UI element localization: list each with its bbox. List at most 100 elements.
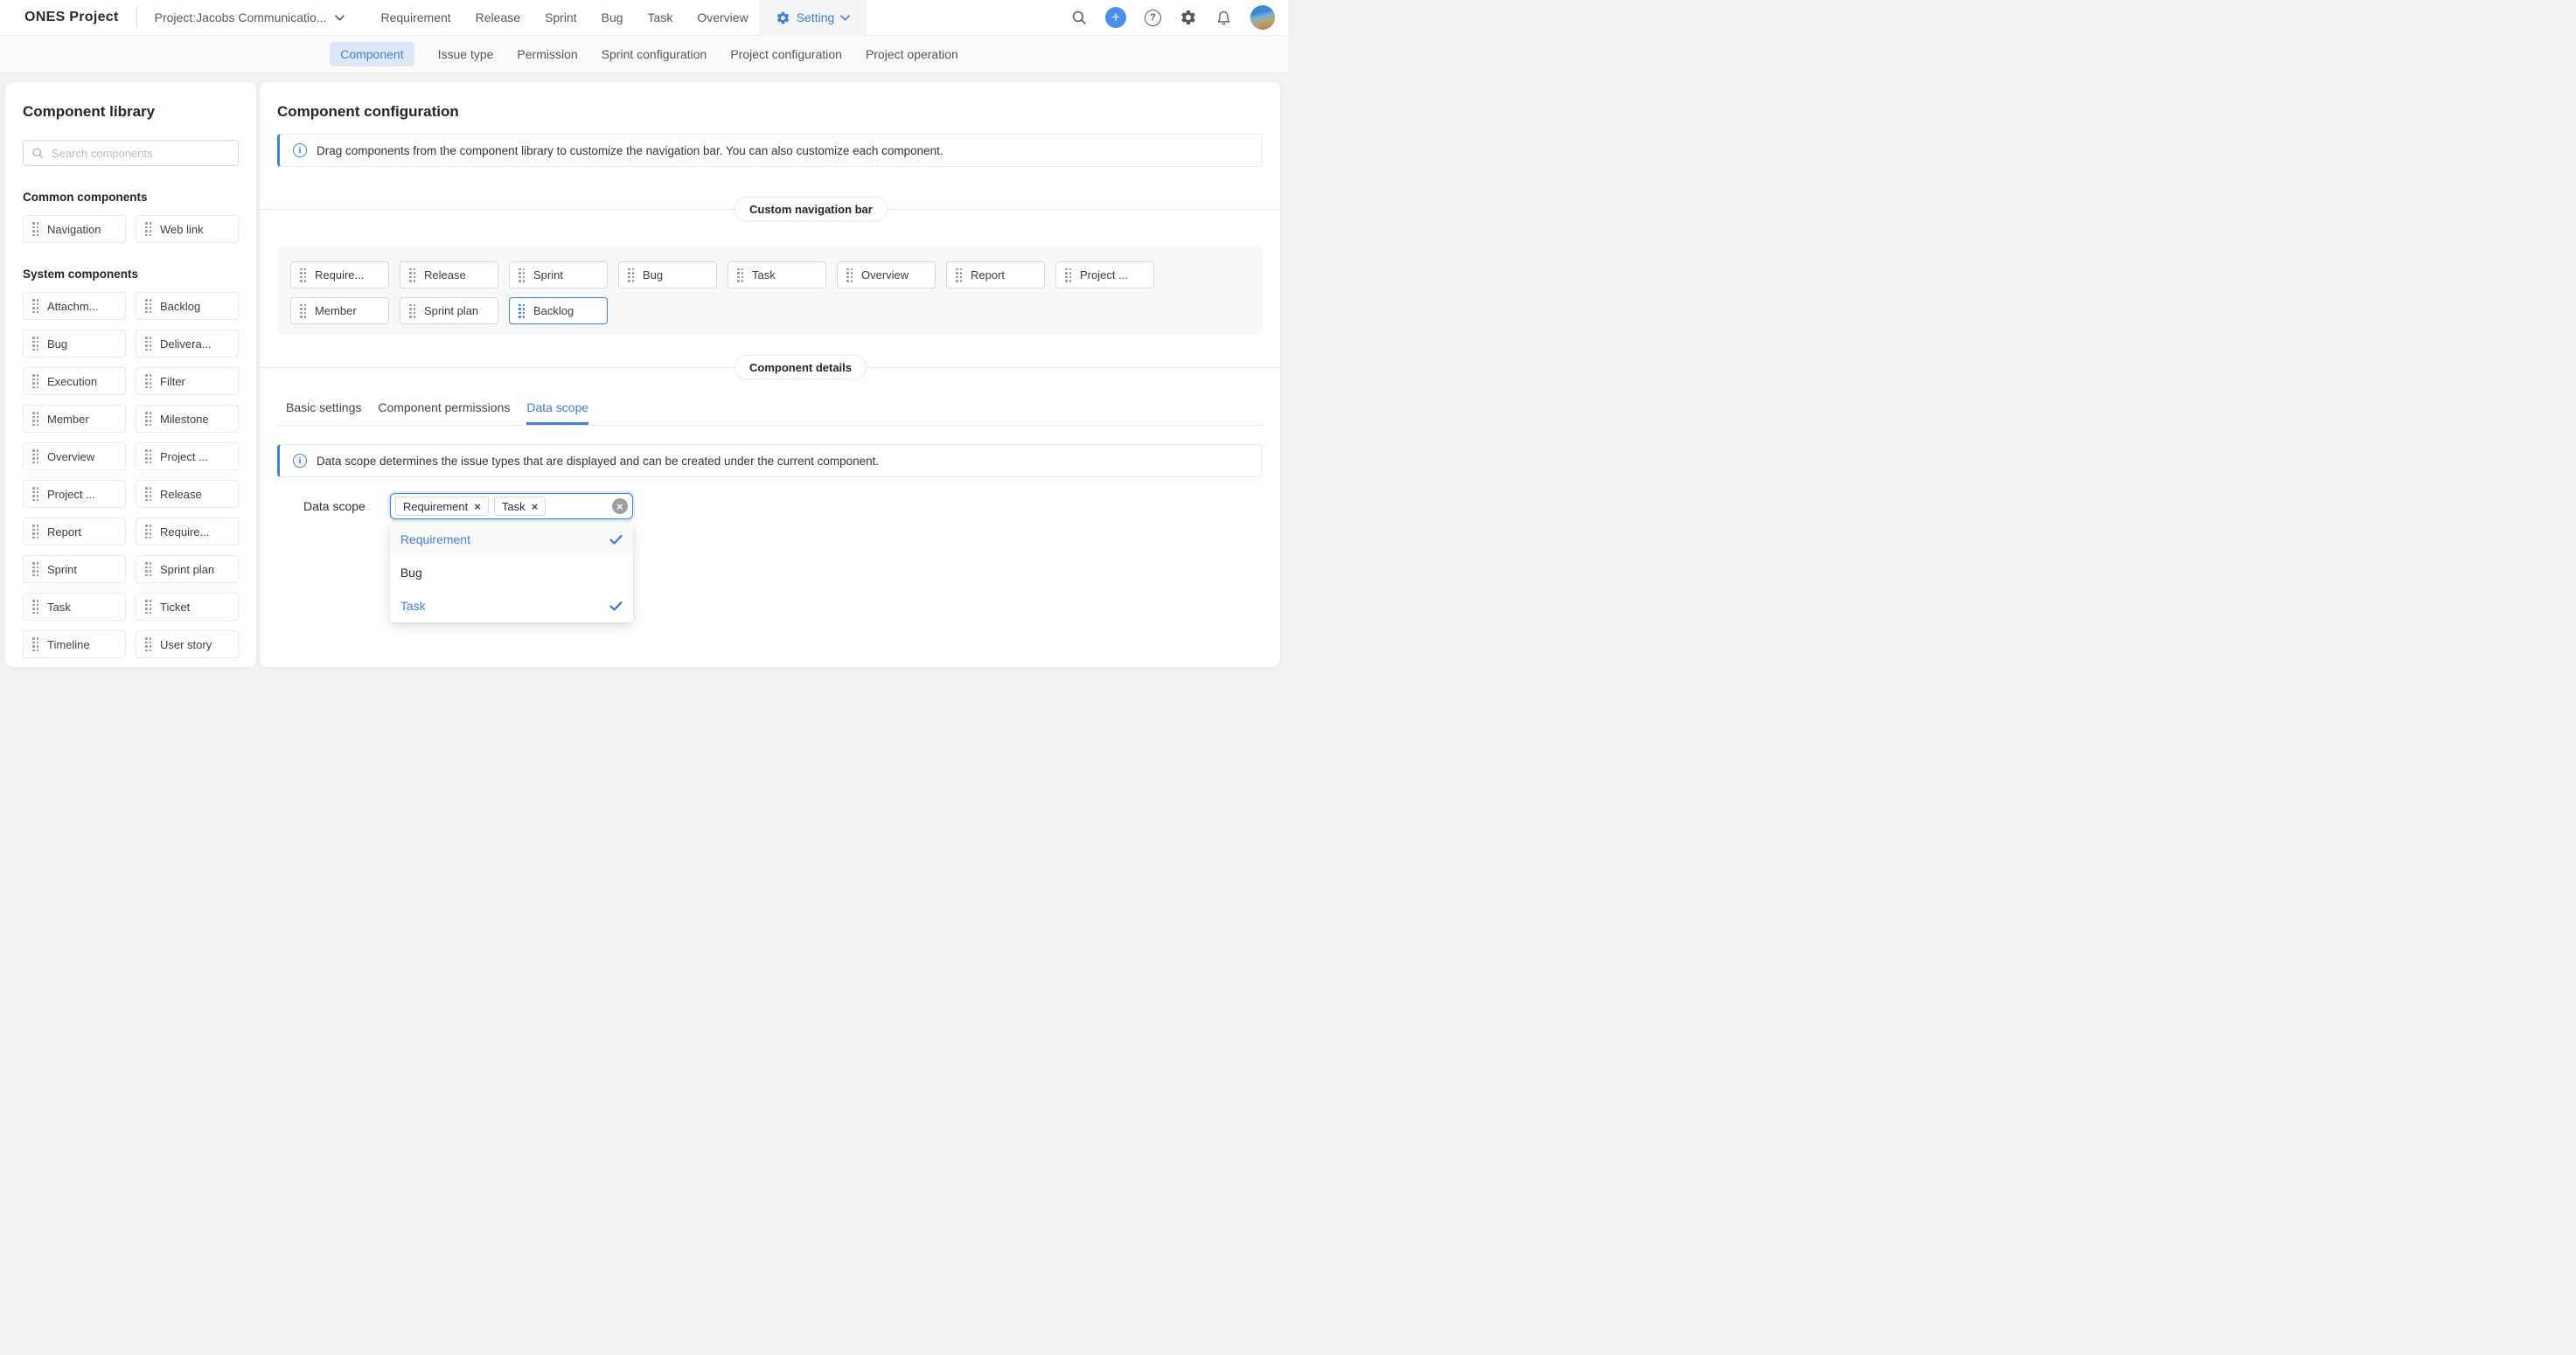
library-component-ticket[interactable]: Ticket: [136, 593, 239, 621]
topbar-nav-overview[interactable]: Overview: [697, 10, 748, 24]
library-component-delivera[interactable]: Delivera...: [136, 330, 239, 358]
nav-chip-project[interactable]: Project ...: [1055, 261, 1154, 288]
library-component-timeline[interactable]: Timeline: [23, 630, 126, 658]
drag-handle-icon[interactable]: [32, 222, 38, 236]
subnav-tab-issue-type[interactable]: Issue type: [438, 47, 494, 61]
drag-handle-icon[interactable]: [145, 299, 151, 313]
nav-chip-report[interactable]: Report: [946, 261, 1045, 288]
topbar-nav-release[interactable]: Release: [476, 10, 520, 24]
library-component-report[interactable]: Report: [23, 518, 126, 545]
topbar-nav-requirement[interactable]: Requirement: [381, 10, 451, 24]
nav-chip-sprint[interactable]: Sprint: [509, 261, 608, 288]
drag-handle-icon[interactable]: [145, 487, 151, 501]
create-button[interactable]: +: [1105, 7, 1126, 28]
library-component-overview[interactable]: Overview: [23, 442, 126, 470]
dropdown-option-task[interactable]: Task: [390, 589, 633, 622]
library-component-project[interactable]: Project ...: [136, 442, 239, 470]
drag-handle-icon[interactable]: [145, 525, 151, 539]
tab-component-permissions[interactable]: Component permissions: [378, 400, 510, 425]
drag-handle-icon[interactable]: [145, 222, 151, 236]
drag-handle-icon[interactable]: [145, 374, 151, 388]
subnav-tab-sprint-configuration[interactable]: Sprint configuration: [602, 47, 707, 61]
library-component-require[interactable]: Require...: [136, 518, 239, 545]
drag-handle-icon[interactable]: [846, 268, 853, 282]
library-component-release[interactable]: Release: [136, 480, 239, 508]
gear-icon[interactable]: [1180, 9, 1197, 26]
drag-handle-icon[interactable]: [737, 268, 743, 282]
drag-handle-icon[interactable]: [1065, 268, 1071, 282]
remove-tag-icon[interactable]: ×: [474, 501, 481, 512]
library-component-user-story[interactable]: User story: [136, 630, 239, 658]
drag-handle-icon[interactable]: [32, 374, 38, 388]
clear-selection-button[interactable]: ×: [611, 498, 628, 514]
drag-handle-icon[interactable]: [519, 268, 525, 282]
library-component-filter[interactable]: Filter: [136, 367, 239, 395]
drag-handle-icon[interactable]: [145, 562, 151, 576]
drag-handle-icon[interactable]: [32, 487, 38, 501]
drag-handle-icon[interactable]: [409, 268, 415, 282]
library-component-web-link[interactable]: Web link: [136, 215, 239, 243]
dropdown-option-bug[interactable]: Bug: [390, 556, 633, 589]
drag-handle-icon[interactable]: [32, 562, 38, 576]
search-input[interactable]: [50, 145, 230, 161]
topbar-nav-sprint[interactable]: Sprint: [545, 10, 577, 24]
data-scope-select[interactable]: Requirement × Task × ×: [389, 493, 633, 519]
topbar-nav-bug[interactable]: Bug: [602, 10, 623, 24]
library-component-project[interactable]: Project ...: [23, 480, 126, 508]
library-component-navigation[interactable]: Navigation: [23, 215, 126, 243]
drag-handle-icon[interactable]: [32, 600, 38, 614]
drag-handle-icon[interactable]: [32, 637, 38, 651]
tab-basic-settings[interactable]: Basic settings: [286, 400, 361, 425]
subnav-tab-project-operation[interactable]: Project operation: [866, 47, 958, 61]
nav-chip-sprint-plan[interactable]: Sprint plan: [400, 297, 498, 324]
drag-handle-icon[interactable]: [32, 449, 38, 463]
library-component-member[interactable]: Member: [23, 405, 126, 433]
nav-chip-task[interactable]: Task: [728, 261, 826, 288]
drag-handle-icon[interactable]: [32, 412, 38, 426]
drag-handle-icon[interactable]: [145, 600, 151, 614]
drag-handle-icon[interactable]: [628, 268, 634, 282]
nav-chip-overview[interactable]: Overview: [837, 261, 936, 288]
nav-chip-bug[interactable]: Bug: [618, 261, 717, 288]
drag-handle-icon[interactable]: [32, 525, 38, 539]
drag-handle-icon[interactable]: [300, 303, 306, 318]
library-component-attachm[interactable]: Attachm...: [23, 292, 126, 320]
nav-chip-release[interactable]: Release: [400, 261, 498, 288]
drag-handle-icon[interactable]: [409, 303, 415, 318]
dropdown-option-requirement[interactable]: Requirement: [389, 523, 633, 556]
drag-handle-icon[interactable]: [519, 303, 525, 318]
info-banner-text: Drag components from the component libra…: [317, 143, 943, 157]
library-component-backlog[interactable]: Backlog: [136, 292, 239, 320]
library-component-sprint[interactable]: Sprint: [23, 555, 126, 583]
topbar-tab-setting[interactable]: Setting: [758, 0, 867, 36]
subnav-tab-permission[interactable]: Permission: [517, 47, 577, 61]
nav-chip-member[interactable]: Member: [290, 297, 389, 324]
bell-icon[interactable]: [1215, 10, 1232, 26]
remove-tag-icon[interactable]: ×: [532, 501, 539, 512]
component-label: Delivera...: [160, 337, 212, 351]
data-scope-select-wrap: Requirement × Task × × Requirement Bug Task: [389, 493, 633, 622]
library-component-sprint-plan[interactable]: Sprint plan: [136, 555, 239, 583]
topbar-nav-task[interactable]: Task: [648, 10, 673, 24]
project-selector[interactable]: Project:Jacobs Communicatio...: [155, 10, 345, 24]
library-component-bug[interactable]: Bug: [23, 330, 126, 358]
library-component-task[interactable]: Task: [23, 593, 126, 621]
drag-handle-icon[interactable]: [145, 449, 151, 463]
drag-handle-icon[interactable]: [145, 637, 151, 651]
drag-handle-icon[interactable]: [32, 337, 38, 351]
library-component-execution[interactable]: Execution: [23, 367, 126, 395]
nav-chip-require[interactable]: Require...: [290, 261, 389, 288]
drag-handle-icon[interactable]: [145, 337, 151, 351]
subnav-tab-project-configuration[interactable]: Project configuration: [730, 47, 842, 61]
search-icon[interactable]: [1071, 10, 1087, 25]
drag-handle-icon[interactable]: [145, 412, 151, 426]
tab-data-scope[interactable]: Data scope: [526, 400, 589, 425]
drag-handle-icon[interactable]: [300, 268, 306, 282]
drag-handle-icon[interactable]: [956, 268, 962, 282]
nav-chip-backlog[interactable]: Backlog: [509, 297, 608, 324]
help-icon[interactable]: ?: [1145, 9, 1161, 26]
avatar[interactable]: [1250, 5, 1275, 30]
library-component-milestone[interactable]: Milestone: [136, 405, 239, 433]
subnav-tab-component[interactable]: Component: [330, 42, 414, 66]
drag-handle-icon[interactable]: [32, 299, 38, 313]
